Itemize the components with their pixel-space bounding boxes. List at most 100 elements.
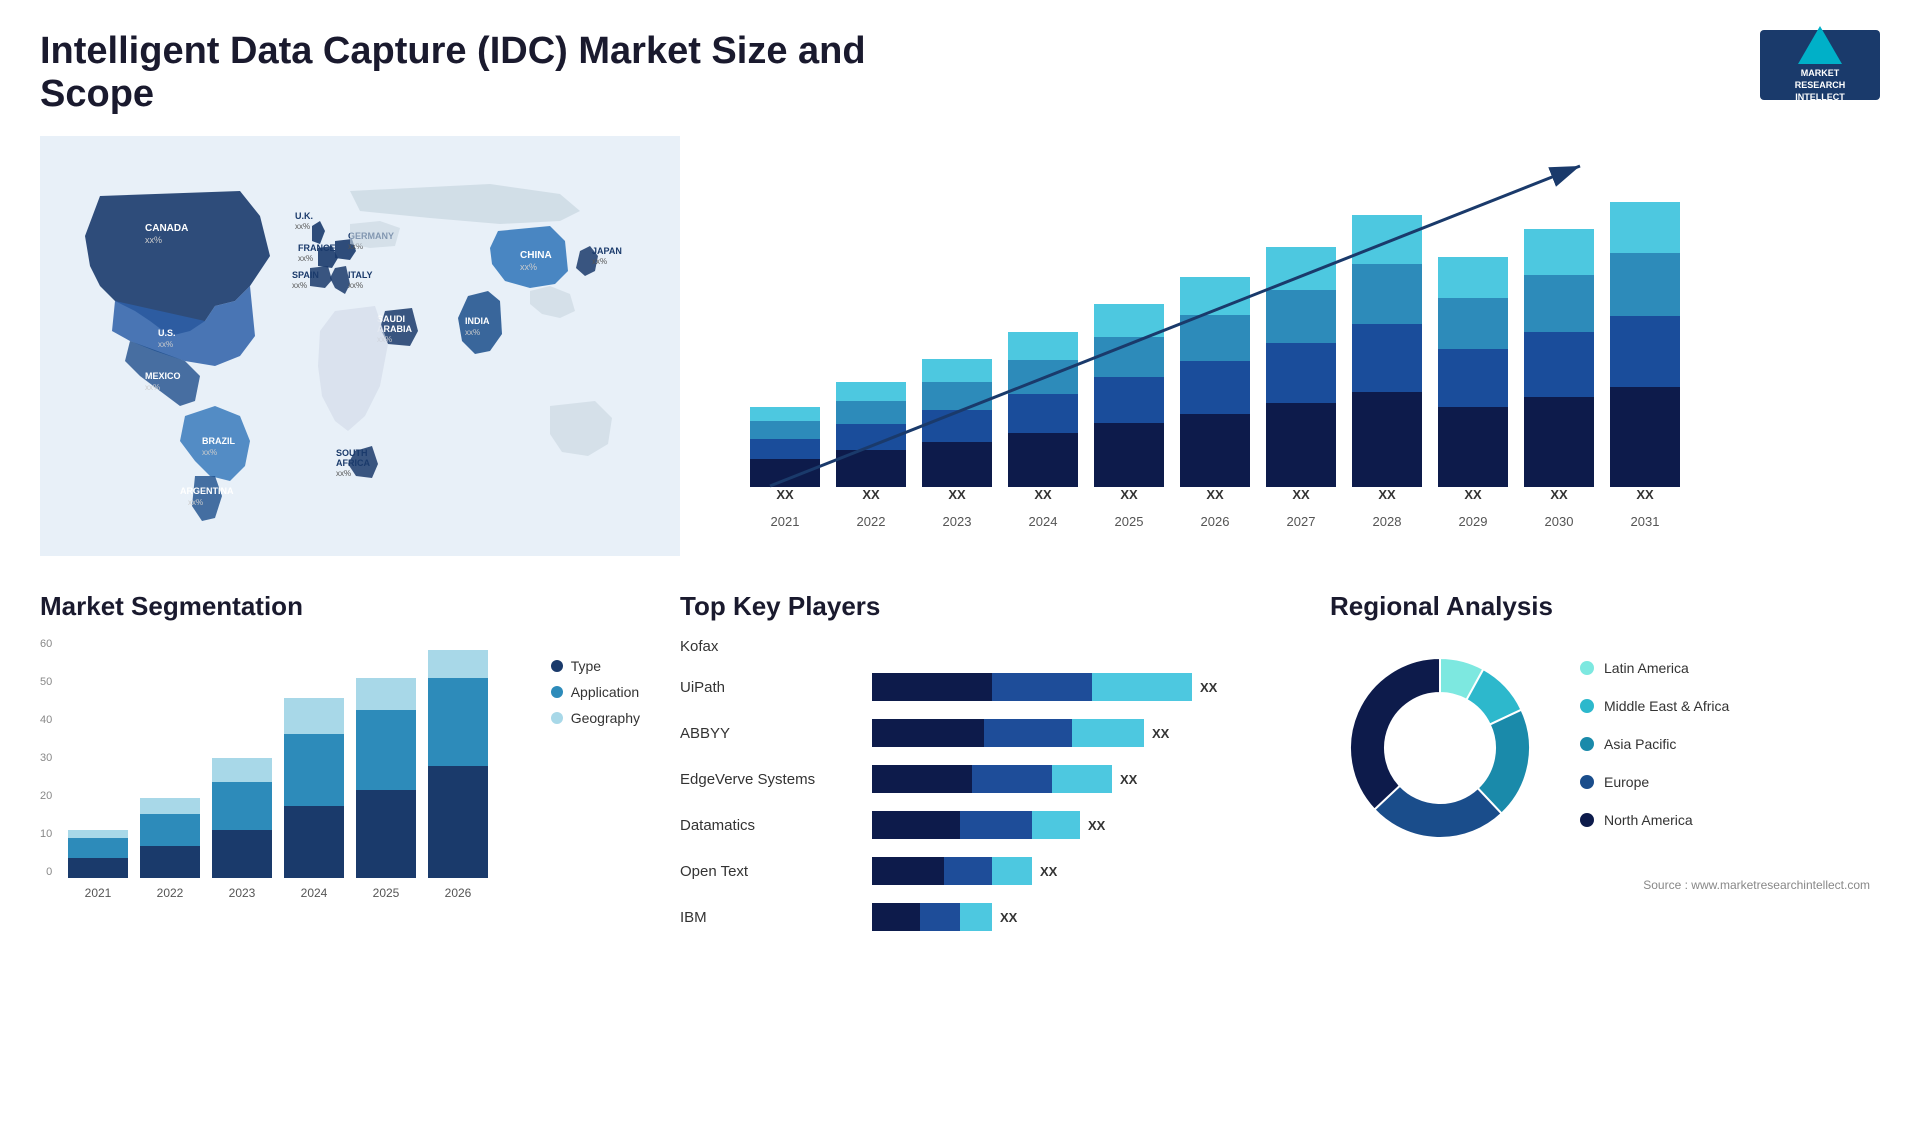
svg-text:xx%: xx% [295,222,310,231]
bar-xx-label-2025: XX [1120,487,1137,502]
logo-triangle-icon [1798,26,1842,64]
svg-text:AFRICA: AFRICA [336,458,370,468]
seg-xlabel-2022: 2022 [140,886,200,900]
seg-bar-group-2024 [284,698,344,878]
svg-text:xx%: xx% [592,257,607,266]
svg-text:FRANCE: FRANCE [298,243,336,253]
donut-legend-item-2: Asia Pacific [1580,736,1729,752]
player-name-6: IBM [680,909,860,926]
seg-legend: Type Application Geography [551,658,640,726]
svg-text:xx%: xx% [520,262,537,272]
player-xx-1: XX [1200,680,1217,695]
bar-xx-label-2024: XX [1034,487,1051,502]
svg-text:xx%: xx% [336,469,351,478]
player-bar-5: XX [872,857,1057,885]
player-row-3: EdgeVerve SystemsXX [680,765,1280,793]
seg-y-20: 20 [40,790,52,802]
bar-xx-label-2026: XX [1206,487,1223,502]
donut-segment-3 [1374,786,1501,838]
bar-xlabel-2022: 2022 [836,514,906,529]
svg-text:SOUTH: SOUTH [336,448,368,458]
logo-area: MARKETRESEARCHINTELLECT [1760,30,1880,100]
segmentation-section: Market Segmentation 60 50 40 30 20 10 0 … [40,591,640,949]
segmentation-title: Market Segmentation [40,591,640,622]
bar-xx-label-2023: XX [948,487,965,502]
donut-chart [1330,638,1550,858]
bar-xx-label-2021: XX [776,487,793,502]
player-row-6: IBMXX [680,903,1280,931]
seg-y-10: 10 [40,828,52,840]
regional-section: Regional Analysis Latin AmericaMiddle Ea… [1320,591,1880,949]
bar-xlabel-2023: 2023 [922,514,992,529]
legend-application: Application [551,684,640,700]
map-svg: CANADA xx% U.S. xx% MEXICO xx% BRAZIL xx… [40,136,680,556]
svg-text:CANADA: CANADA [145,223,188,234]
bar-group-2021: XX [750,407,820,506]
svg-text:xx%: xx% [298,254,313,263]
donut-legend-label-1: Middle East & Africa [1604,698,1729,714]
seg-y-60: 60 [40,638,52,650]
seg-xlabel-2021: 2021 [68,886,128,900]
svg-text:xx%: xx% [465,328,480,337]
player-name-2: ABBYY [680,725,860,742]
svg-text:U.K.: U.K. [295,211,313,221]
seg-y-0: 0 [46,866,52,878]
seg-xlabel-2024: 2024 [284,886,344,900]
donut-segment-4 [1350,658,1440,810]
player-xx-5: XX [1040,864,1057,879]
svg-text:xx%: xx% [202,448,217,457]
donut-legend-label-0: Latin America [1604,660,1689,676]
bar-xlabel-2027: 2027 [1266,514,1336,529]
player-name-5: Open Text [680,863,860,880]
player-name-0: Kofax [680,638,860,655]
donut-legend-label-3: Europe [1604,774,1649,790]
player-xx-4: XX [1088,818,1105,833]
svg-text:CHINA: CHINA [520,250,552,261]
bar-xx-label-2027: XX [1292,487,1309,502]
seg-xlabel-2025: 2025 [356,886,416,900]
bar-group-2025: XX [1094,304,1164,506]
type-dot [551,660,563,672]
geography-dot [551,712,563,724]
svg-text:JAPAN: JAPAN [592,246,622,256]
bar-group-2026: XX [1180,277,1250,506]
svg-text:INDIA: INDIA [465,316,490,326]
player-xx-2: XX [1152,726,1169,741]
svg-text:SAUDI: SAUDI [377,314,405,324]
bar-group-2023: XX [922,359,992,506]
donut-legend-item-4: North America [1580,812,1729,828]
player-bar-1: XX [872,673,1217,701]
bar-group-2024: XX [1008,332,1078,506]
legend-application-label: Application [571,684,640,700]
seg-y-30: 30 [40,752,52,764]
player-row-1: UiPath XX [680,673,1280,701]
bar-xlabel-2021: 2021 [750,514,820,529]
logo-text: MARKETRESEARCHINTELLECT [1795,68,1846,103]
svg-text:xx%: xx% [292,281,307,290]
svg-text:ITALY: ITALY [348,270,373,280]
seg-bar-group-2023 [212,758,272,878]
legend-geography-label: Geography [571,710,640,726]
legend-geography: Geography [551,710,640,726]
seg-y-40: 40 [40,714,52,726]
bar-xlabel-2031: 2031 [1610,514,1680,529]
svg-text:xx%: xx% [145,383,160,392]
bar-xlabel-2028: 2028 [1352,514,1422,529]
donut-legend-label-4: North America [1604,812,1693,828]
donut-legend-item-1: Middle East & Africa [1580,698,1729,714]
key-players-section: Top Key Players KofaxUiPathXXABBYYXXEdge… [670,591,1290,949]
bar-xlabel-2024: 2024 [1008,514,1078,529]
bar-xx-label-2031: XX [1636,487,1653,502]
donut-dot-2 [1580,737,1594,751]
logo-box: MARKETRESEARCHINTELLECT [1760,30,1880,100]
donut-legend: Latin America Middle East & Africa Asia Pa… [1580,660,1729,836]
growth-chart: XXXXXXXXXXXXXXXXXXXXXX 20212022202320242… [720,136,1880,561]
player-row-2: ABBYY XX [680,719,1280,747]
player-row-5: Open Text XX [680,857,1280,885]
seg-bar-group-2026 [428,650,488,878]
player-name-1: UiPath [680,679,860,696]
player-bar-4: XX [872,811,1105,839]
player-xx-3: XX [1120,772,1137,787]
bar-xlabel-2029: 2029 [1438,514,1508,529]
legend-type-label: Type [571,658,601,674]
